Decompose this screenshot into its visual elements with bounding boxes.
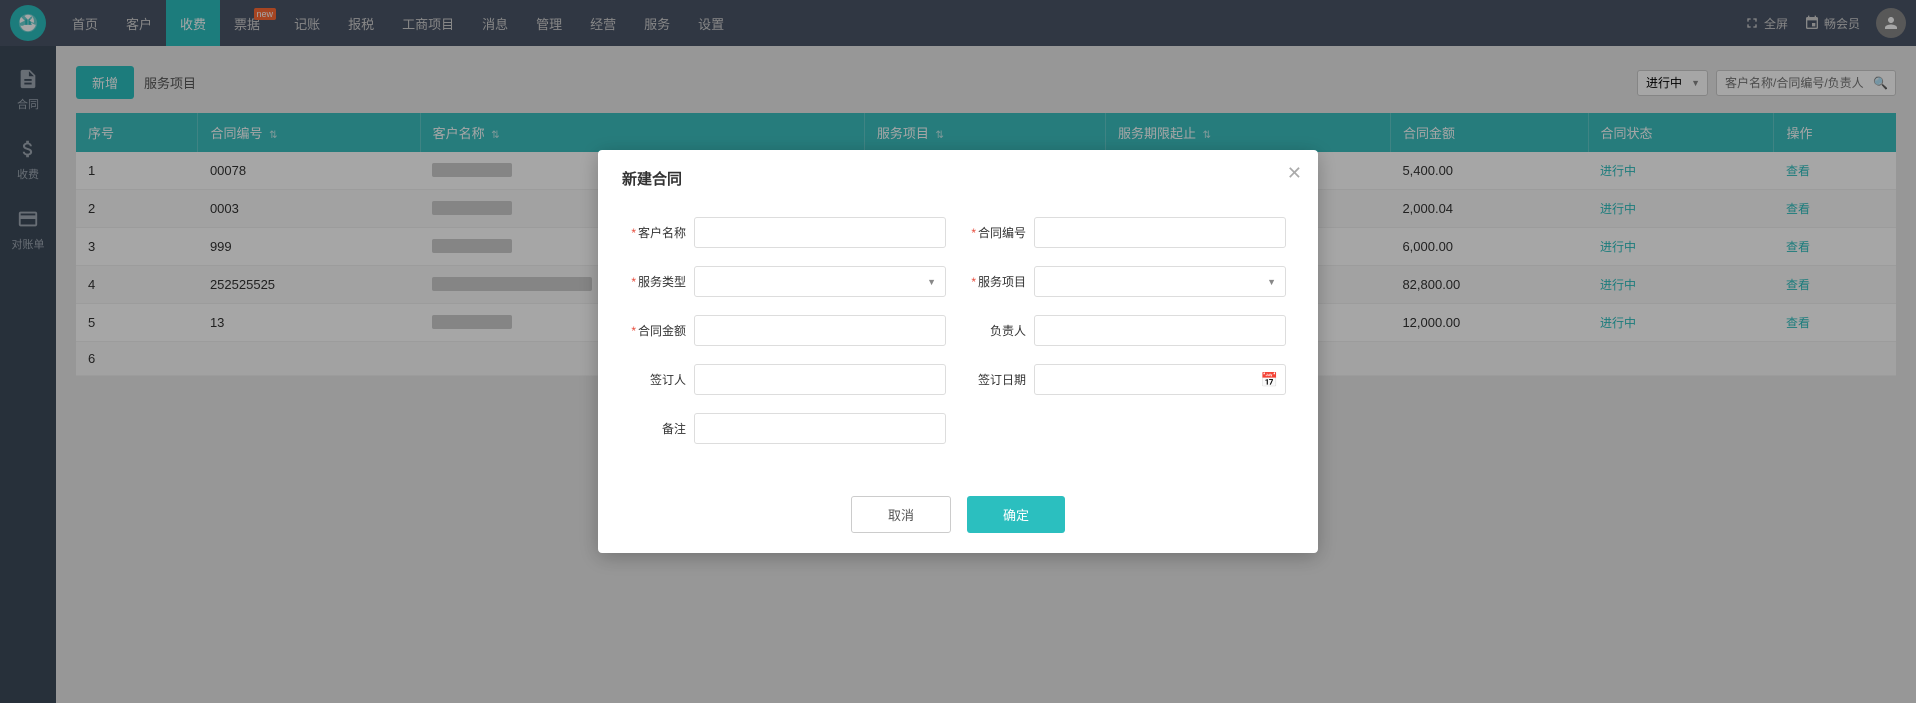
customer-name-group: *客户名称 (630, 217, 946, 248)
service-item-group: *服务项目 (970, 266, 1286, 297)
service-type-select[interactable] (694, 266, 946, 297)
sign-date-label: 签订日期 (970, 371, 1026, 388)
service-item-select-wrap (1034, 266, 1286, 297)
service-type-label: *服务类型 (630, 273, 686, 290)
new-contract-modal: 新建合同 ✕ *客户名称 *合同编号 (598, 150, 1318, 553)
customer-name-input[interactable] (694, 217, 946, 248)
notes-group: 备注 (630, 413, 946, 444)
signer-group: 签订人 (630, 364, 946, 395)
modal-overlay: 新建合同 ✕ *客户名称 *合同编号 (0, 0, 1916, 703)
notes-label: 备注 (630, 420, 686, 437)
cancel-button[interactable]: 取消 (851, 496, 951, 533)
contract-no-label: *合同编号 (970, 224, 1026, 241)
responsible-label: 负责人 (970, 322, 1026, 339)
contract-no-input[interactable] (1034, 217, 1286, 248)
sign-date-group: 签订日期 2023-06-06 📅 (970, 364, 1286, 395)
modal-close-button[interactable]: ✕ (1287, 164, 1302, 182)
modal-header: 新建合同 ✕ (598, 150, 1318, 201)
contract-amount-input[interactable]: 0.00 (694, 315, 946, 346)
modal-footer: 取消 确定 (598, 482, 1318, 553)
contract-amount-group: *合同金额 0.00 (630, 315, 946, 346)
signer-label: 签订人 (630, 371, 686, 388)
confirm-button[interactable]: 确定 (967, 496, 1065, 533)
responsible-input[interactable] (1034, 315, 1286, 346)
sign-date-input[interactable]: 2023-06-06 (1034, 364, 1286, 395)
form-row-3: *合同金额 0.00 负责人 (630, 315, 1286, 346)
signer-input[interactable] (694, 364, 946, 395)
customer-name-label: *客户名称 (630, 224, 686, 241)
contract-no-group: *合同编号 (970, 217, 1286, 248)
form-row-2: *服务类型 *服务项目 (630, 266, 1286, 297)
modal-body: *客户名称 *合同编号 *服务类型 (598, 201, 1318, 482)
service-item-label: *服务项目 (970, 273, 1026, 290)
form-row-5: 备注 (630, 413, 1286, 444)
service-type-group: *服务类型 (630, 266, 946, 297)
service-type-select-wrap (694, 266, 946, 297)
responsible-group: 负责人 (970, 315, 1286, 346)
modal-title: 新建合同 (622, 171, 682, 188)
form-row-4: 签订人 签订日期 2023-06-06 📅 (630, 364, 1286, 395)
notes-input[interactable] (694, 413, 946, 444)
sign-date-wrap: 2023-06-06 📅 (1034, 364, 1286, 395)
form-row-1: *客户名称 *合同编号 (630, 217, 1286, 248)
contract-amount-label: *合同金额 (630, 322, 686, 339)
calendar-icon[interactable]: 📅 (1261, 371, 1278, 388)
service-item-select[interactable] (1034, 266, 1286, 297)
